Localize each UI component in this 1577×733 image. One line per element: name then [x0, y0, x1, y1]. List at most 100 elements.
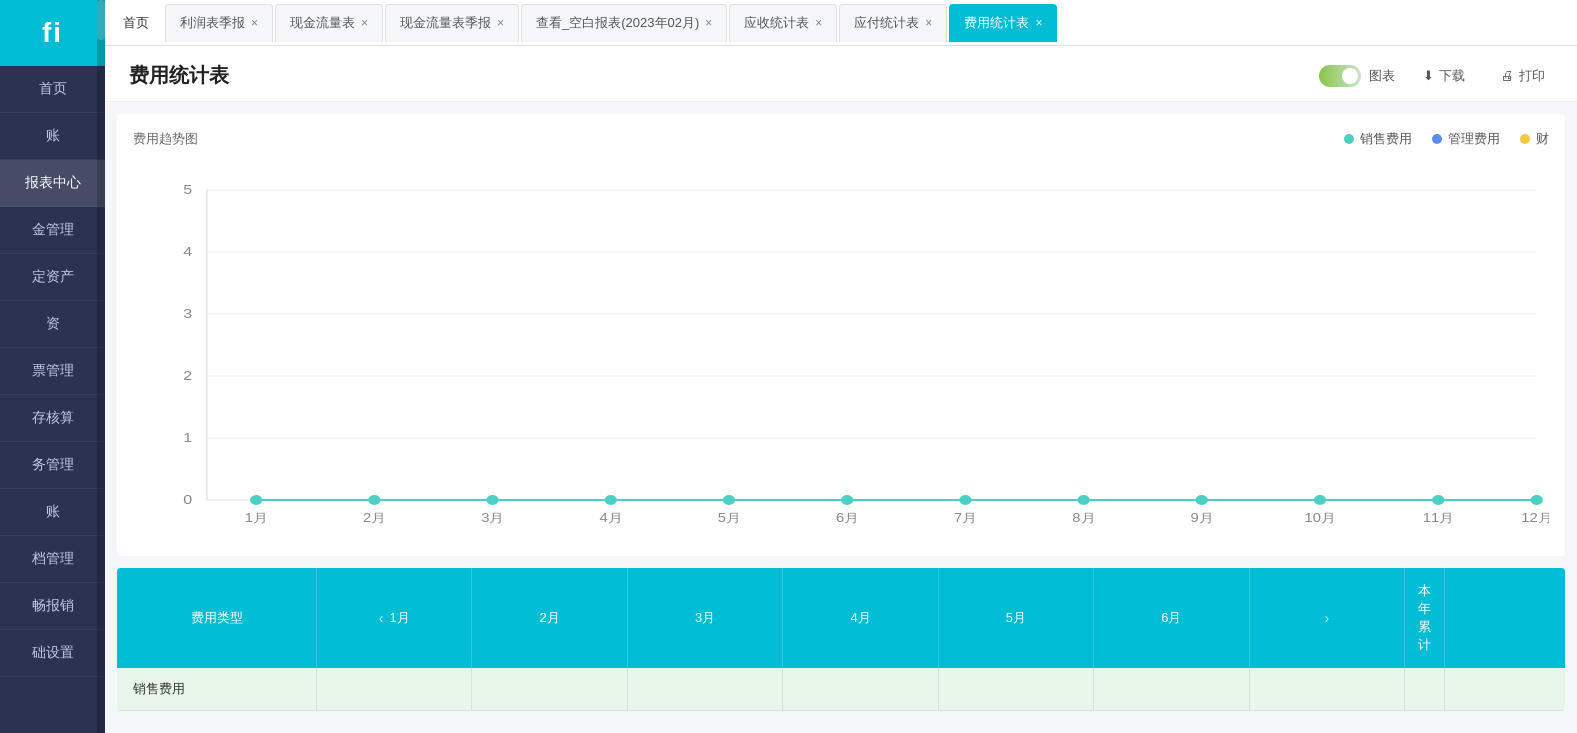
tab-payable-close[interactable]: ×	[925, 16, 932, 30]
sidebar-scrollbar-thumb	[97, 0, 105, 40]
svg-point-26	[368, 495, 380, 505]
sidebar-item-expense[interactable]: 畅报销	[0, 583, 105, 630]
tab-cashflow-label: 现金流量表	[290, 14, 355, 32]
sidebar-item-service[interactable]: 务管理	[0, 442, 105, 489]
legend-admin-label: 管理费用	[1448, 130, 1500, 148]
col-month6-label: 6月	[1161, 609, 1181, 627]
tab-expense-stats[interactable]: 费用统计表 ×	[949, 4, 1057, 42]
sidebar-item-settings[interactable]: 础设置	[0, 630, 105, 677]
next-month-arrow[interactable]: ›	[1324, 610, 1329, 626]
sidebar-item-capital[interactable]: 资	[0, 301, 105, 348]
tab-bar: 首页 利润表季报 × 现金流量表 × 现金流量表季报 × 查看_空白报表(202…	[105, 0, 1577, 46]
tab-expense-stats-close[interactable]: ×	[1035, 16, 1042, 30]
col-prev-nav[interactable]: ‹ 1月	[317, 568, 472, 668]
sidebar-item-finance[interactable]: 金管理	[0, 207, 105, 254]
chart-header: 费用趋势图 销售费用 管理费用 财	[133, 130, 1549, 148]
svg-point-36	[1531, 495, 1543, 505]
sidebar-item-ledger[interactable]: 账	[0, 113, 105, 160]
row-sales-m5	[939, 668, 1094, 710]
svg-text:5月: 5月	[718, 511, 740, 524]
legend-sales-dot	[1344, 134, 1354, 144]
svg-text:2月: 2月	[363, 511, 385, 524]
col-month4: 4月	[783, 568, 938, 668]
col-next-nav[interactable]: ›	[1250, 568, 1405, 668]
svg-point-33	[1196, 495, 1208, 505]
col-month1-label: 1月	[389, 609, 409, 627]
tab-payable[interactable]: 应付统计表 ×	[839, 4, 947, 42]
row-sales-type: 销售费用	[117, 668, 317, 710]
sidebar-item-assets[interactable]: 定资产	[0, 254, 105, 301]
download-button[interactable]: ⬇ 下载	[1415, 63, 1473, 89]
row-sales-ytd	[1405, 668, 1445, 710]
tab-profit-quarterly-label: 利润表季报	[180, 14, 245, 32]
svg-point-27	[486, 495, 498, 505]
col-month3-label: 3月	[695, 609, 715, 627]
tab-profit-quarterly[interactable]: 利润表季报 ×	[165, 4, 273, 42]
legend-admin: 管理费用	[1432, 130, 1500, 148]
sidebar-item-inventory[interactable]: 存核算	[0, 395, 105, 442]
tab-home-label: 首页	[123, 14, 149, 32]
tab-blank-view[interactable]: 查看_空白报表(2023年02月) ×	[521, 4, 727, 42]
col-ytd: 本年累计	[1405, 568, 1445, 668]
svg-text:10月: 10月	[1305, 511, 1336, 524]
row-sales-nav	[1250, 668, 1405, 710]
page-content: 费用统计表 图表 ⬇ 下载 🖨 打印 费用趋势图	[105, 46, 1577, 733]
svg-text:11月: 11月	[1423, 511, 1454, 524]
svg-text:1月: 1月	[245, 511, 267, 524]
chart-area: 5 4 3 2 1 0 1月 2月 3月 4月 5月 6月 7月 8月 9月	[133, 160, 1549, 540]
tab-receivable[interactable]: 应收统计表 ×	[729, 4, 837, 42]
svg-point-31	[959, 495, 971, 505]
svg-point-25	[250, 495, 262, 505]
tab-expense-stats-label: 费用统计表	[964, 14, 1029, 32]
col-month2: 2月	[472, 568, 627, 668]
sidebar-item-files[interactable]: 档管理	[0, 536, 105, 583]
svg-text:1: 1	[183, 430, 192, 444]
tab-blank-view-close[interactable]: ×	[705, 16, 712, 30]
page-title: 费用统计表	[129, 62, 229, 89]
row-sales-m1	[317, 668, 472, 710]
chart-toggle-wrap: 图表	[1319, 65, 1395, 87]
svg-point-28	[605, 495, 617, 505]
sidebar: fi 首页 账 报表中心 金管理 定资产 资 票管理 存核算 务管理 账 档管理…	[0, 0, 105, 733]
legend-sales: 销售费用	[1344, 130, 1412, 148]
print-label: 打印	[1519, 67, 1545, 85]
legend-admin-dot	[1432, 134, 1442, 144]
sidebar-item-home[interactable]: 首页	[0, 66, 105, 113]
prev-month-arrow[interactable]: ‹	[379, 610, 384, 626]
col-type: 费用类型	[117, 568, 317, 668]
tab-cashflow-close[interactable]: ×	[361, 16, 368, 30]
tab-profit-quarterly-close[interactable]: ×	[251, 16, 258, 30]
svg-point-32	[1077, 495, 1089, 505]
sidebar-item-account2[interactable]: 账	[0, 489, 105, 536]
svg-text:9月: 9月	[1191, 511, 1213, 524]
tab-cashflow[interactable]: 现金流量表 ×	[275, 4, 383, 42]
svg-text:3: 3	[183, 306, 192, 320]
sidebar-logo: fi	[0, 0, 105, 66]
tab-receivable-label: 应收统计表	[744, 14, 809, 32]
svg-text:5: 5	[183, 182, 192, 196]
tab-cashflow-quarterly-close[interactable]: ×	[497, 16, 504, 30]
sidebar-item-reports[interactable]: 报表中心	[0, 160, 105, 207]
svg-text:8月: 8月	[1072, 511, 1094, 524]
svg-text:6月: 6月	[836, 511, 858, 524]
chart-section: 费用趋势图 销售费用 管理费用 财	[117, 114, 1565, 556]
tab-cashflow-quarterly[interactable]: 现金流量表季报 ×	[385, 4, 519, 42]
col-ytd-label: 本年累计	[1415, 582, 1434, 654]
col-month6: 6月	[1094, 568, 1249, 668]
svg-point-29	[723, 495, 735, 505]
print-button[interactable]: 🖨 打印	[1493, 63, 1553, 89]
svg-text:3月: 3月	[481, 511, 503, 524]
tab-home[interactable]: 首页	[109, 4, 163, 42]
download-icon: ⬇	[1423, 68, 1434, 83]
tab-receivable-close[interactable]: ×	[815, 16, 822, 30]
legend-finance: 财	[1520, 130, 1549, 148]
sidebar-item-tickets[interactable]: 票管理	[0, 348, 105, 395]
legend-finance-label: 财	[1536, 130, 1549, 148]
svg-text:0: 0	[183, 492, 192, 506]
chart-toggle-label: 图表	[1369, 67, 1395, 85]
chart-toggle[interactable]	[1319, 65, 1361, 87]
legend-sales-label: 销售费用	[1360, 130, 1412, 148]
chart-title: 费用趋势图	[133, 130, 198, 148]
col-month2-label: 2月	[540, 609, 560, 627]
col-month5-label: 5月	[1006, 609, 1026, 627]
